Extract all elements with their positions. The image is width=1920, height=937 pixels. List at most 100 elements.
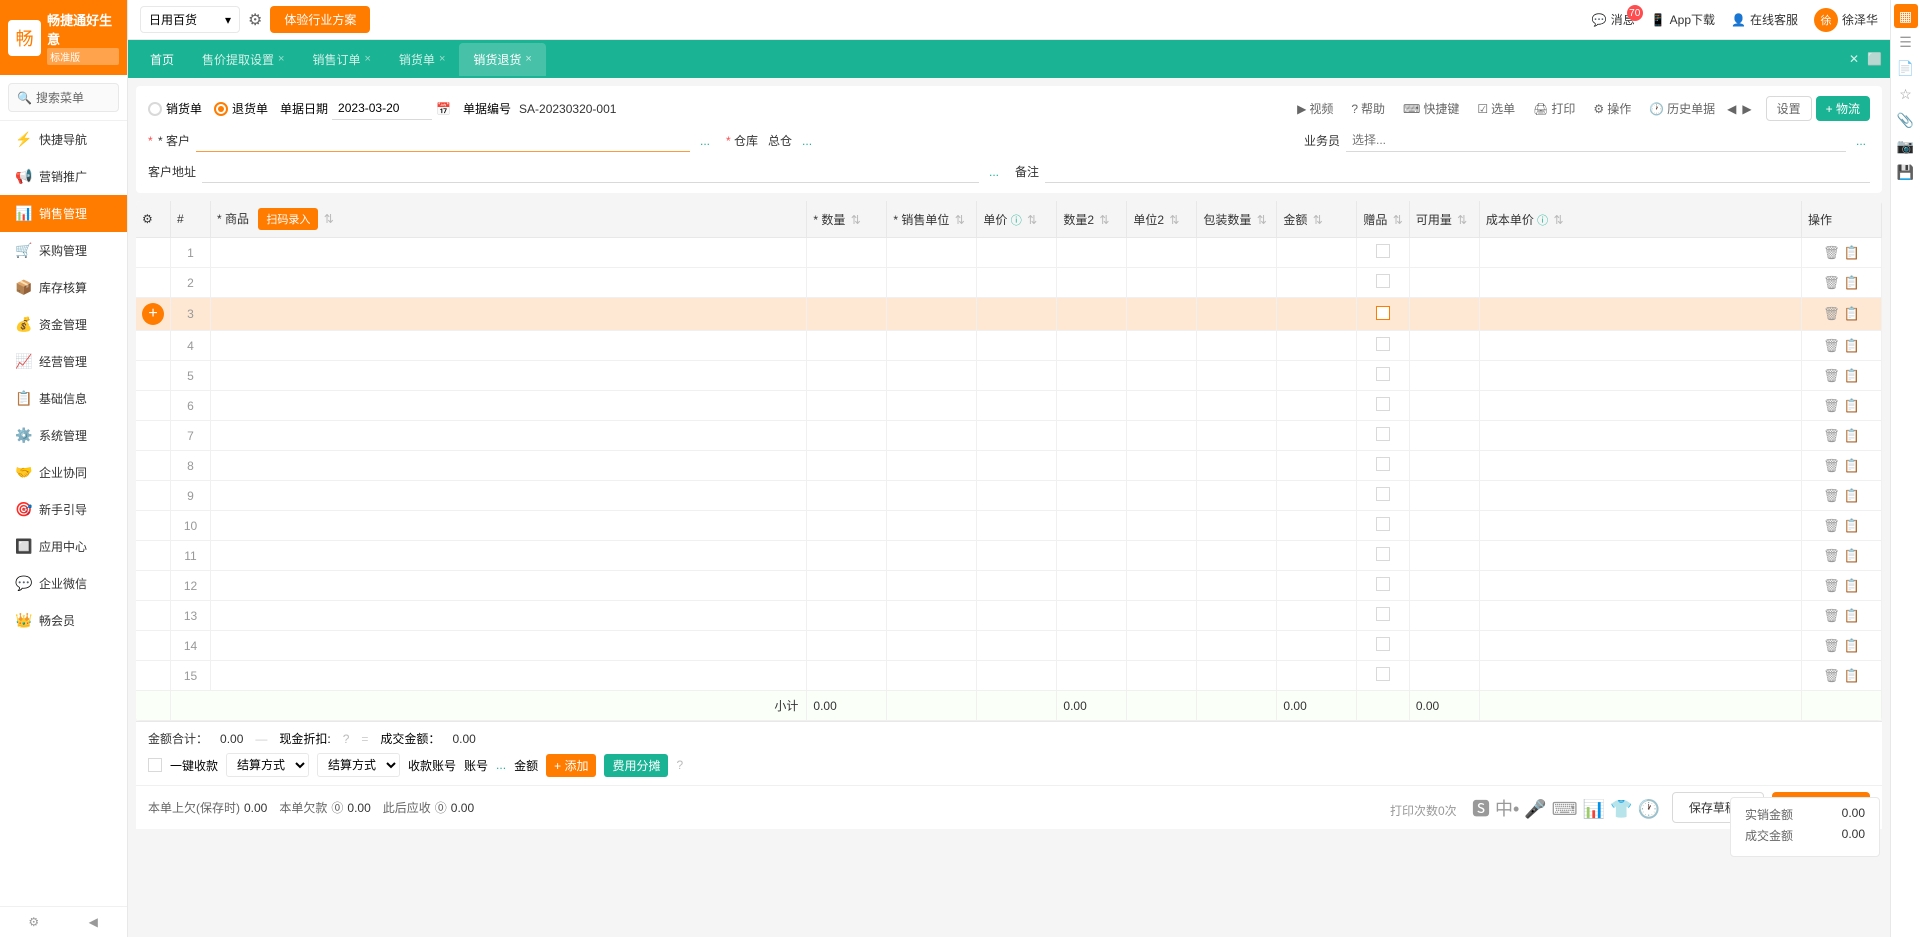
row-qty[interactable] [807,631,887,661]
row-product[interactable] [211,601,807,631]
row-unit2[interactable] [1127,268,1197,298]
gift-checkbox[interactable] [1376,487,1390,501]
row-cost-price[interactable] [1479,631,1801,661]
row-product[interactable] [211,481,807,511]
copy-row-icon[interactable]: 📋 [1844,458,1860,474]
row-qty[interactable] [807,481,887,511]
row-pkg-qty[interactable] [1197,361,1277,391]
gear-icon[interactable]: ⚙ [142,212,153,226]
sidebar-item-sales[interactable]: 📊 销售管理 [0,195,127,232]
row-pkg-qty[interactable] [1197,298,1277,331]
gift-checkbox[interactable] [1376,547,1390,561]
delete-row-icon[interactable]: 🗑 [1823,275,1840,291]
copy-row-icon[interactable]: 📋 [1844,518,1860,534]
row-product[interactable] [211,268,807,298]
delete-row-icon[interactable]: 🗑 [1823,368,1840,384]
row-qty2[interactable] [1057,601,1127,631]
copy-row-icon[interactable]: 📋 [1844,338,1860,354]
add-fee-btn[interactable]: + 添加 [546,754,596,777]
row-qty2[interactable] [1057,421,1127,451]
row-unit2[interactable] [1127,571,1197,601]
row-available[interactable] [1409,238,1479,268]
row-qty2[interactable] [1057,331,1127,361]
service-btn[interactable]: 👤 在线客服 [1731,11,1798,28]
row-price[interactable] [977,391,1057,421]
row-qty2[interactable] [1057,481,1127,511]
row-pkg-qty[interactable] [1197,238,1277,268]
row-qty2[interactable] [1057,661,1127,691]
row-product[interactable] [211,571,807,601]
customer-select-icon[interactable]: ... [696,130,714,152]
delete-row-icon[interactable]: 🗑 [1823,488,1840,504]
row-price[interactable] [977,268,1057,298]
row-cost-price[interactable] [1479,511,1801,541]
row-unit[interactable] [887,481,977,511]
message-btn[interactable]: 💬 消息 70 [1592,11,1635,28]
row-amount[interactable] [1277,391,1357,421]
sidebar-item-shortcut[interactable]: ⚡ 快捷导航 [0,121,127,158]
staff-input[interactable] [1346,129,1846,152]
row-unit2[interactable] [1127,361,1197,391]
row-unit2[interactable] [1127,661,1197,691]
date-input[interactable] [332,97,432,120]
right-panel-clip-icon[interactable]: 📎 [1894,108,1918,132]
sidebar-item-apps[interactable]: 🔲 应用中心 [0,528,127,565]
row-available[interactable] [1409,571,1479,601]
row-amount[interactable] [1277,268,1357,298]
user-info[interactable]: 徐 徐泽华 [1814,8,1878,32]
row-amount[interactable] [1277,421,1357,451]
add-row-btn[interactable]: + [142,303,164,325]
row-price[interactable] [977,421,1057,451]
warehouse-select-icon[interactable]: ... [798,130,816,152]
sidebar-collapse-btn[interactable]: ◀ [68,915,120,929]
row-amount[interactable] [1277,481,1357,511]
row-available[interactable] [1409,481,1479,511]
row-unit2[interactable] [1127,511,1197,541]
row-cost-price[interactable] [1479,238,1801,268]
row-qty2[interactable] [1057,298,1127,331]
row-price[interactable] [977,451,1057,481]
row-unit2[interactable] [1127,391,1197,421]
row-price[interactable] [977,631,1057,661]
operations-btn[interactable]: ⚙ 操作 [1587,98,1637,119]
row-unit[interactable] [887,571,977,601]
row-available[interactable] [1409,391,1479,421]
copy-row-icon[interactable]: 📋 [1844,398,1860,414]
row-unit[interactable] [887,631,977,661]
close-price-setting-icon[interactable]: × [278,53,284,65]
row-cost-price[interactable] [1479,331,1801,361]
row-qty2[interactable] [1057,238,1127,268]
shortcut-btn[interactable]: ⌨ 快捷键 [1397,98,1465,119]
row-available[interactable] [1409,631,1479,661]
row-qty[interactable] [807,391,887,421]
row-amount[interactable] [1277,451,1357,481]
right-panel-table-icon[interactable]: ▦ [1894,4,1918,28]
copy-row-icon[interactable]: 📋 [1844,548,1860,564]
gift-checkbox[interactable] [1376,244,1390,258]
row-available[interactable] [1409,541,1479,571]
row-qty[interactable] [807,361,887,391]
row-qty[interactable] [807,421,887,451]
row-cost-price[interactable] [1479,451,1801,481]
right-panel-list-icon[interactable]: ☰ [1894,30,1918,54]
sidebar-item-purchase[interactable]: 🛒 采购管理 [0,232,127,269]
radio-sales[interactable]: 销货单 [148,100,202,117]
row-qty2[interactable] [1057,511,1127,541]
row-unit[interactable] [887,238,977,268]
fee-split-btn[interactable]: 费用分摊 [604,754,668,777]
row-amount[interactable] [1277,511,1357,541]
row-available[interactable] [1409,268,1479,298]
delete-row-icon[interactable]: 🗑 [1823,245,1840,261]
row-pkg-qty[interactable] [1197,631,1277,661]
row-available[interactable] [1409,298,1479,331]
gift-checkbox[interactable] [1376,457,1390,471]
row-unit[interactable] [887,451,977,481]
sidebar-item-wechat[interactable]: 💬 企业微信 [0,565,127,602]
calc-method-select[interactable]: 结算方式 [317,753,400,777]
delete-row-icon[interactable]: 🗑 [1823,578,1840,594]
row-price[interactable] [977,661,1057,691]
row-qty[interactable] [807,238,887,268]
row-price[interactable] [977,601,1057,631]
delete-row-icon[interactable]: 🗑 [1823,338,1840,354]
row-product[interactable] [211,631,807,661]
